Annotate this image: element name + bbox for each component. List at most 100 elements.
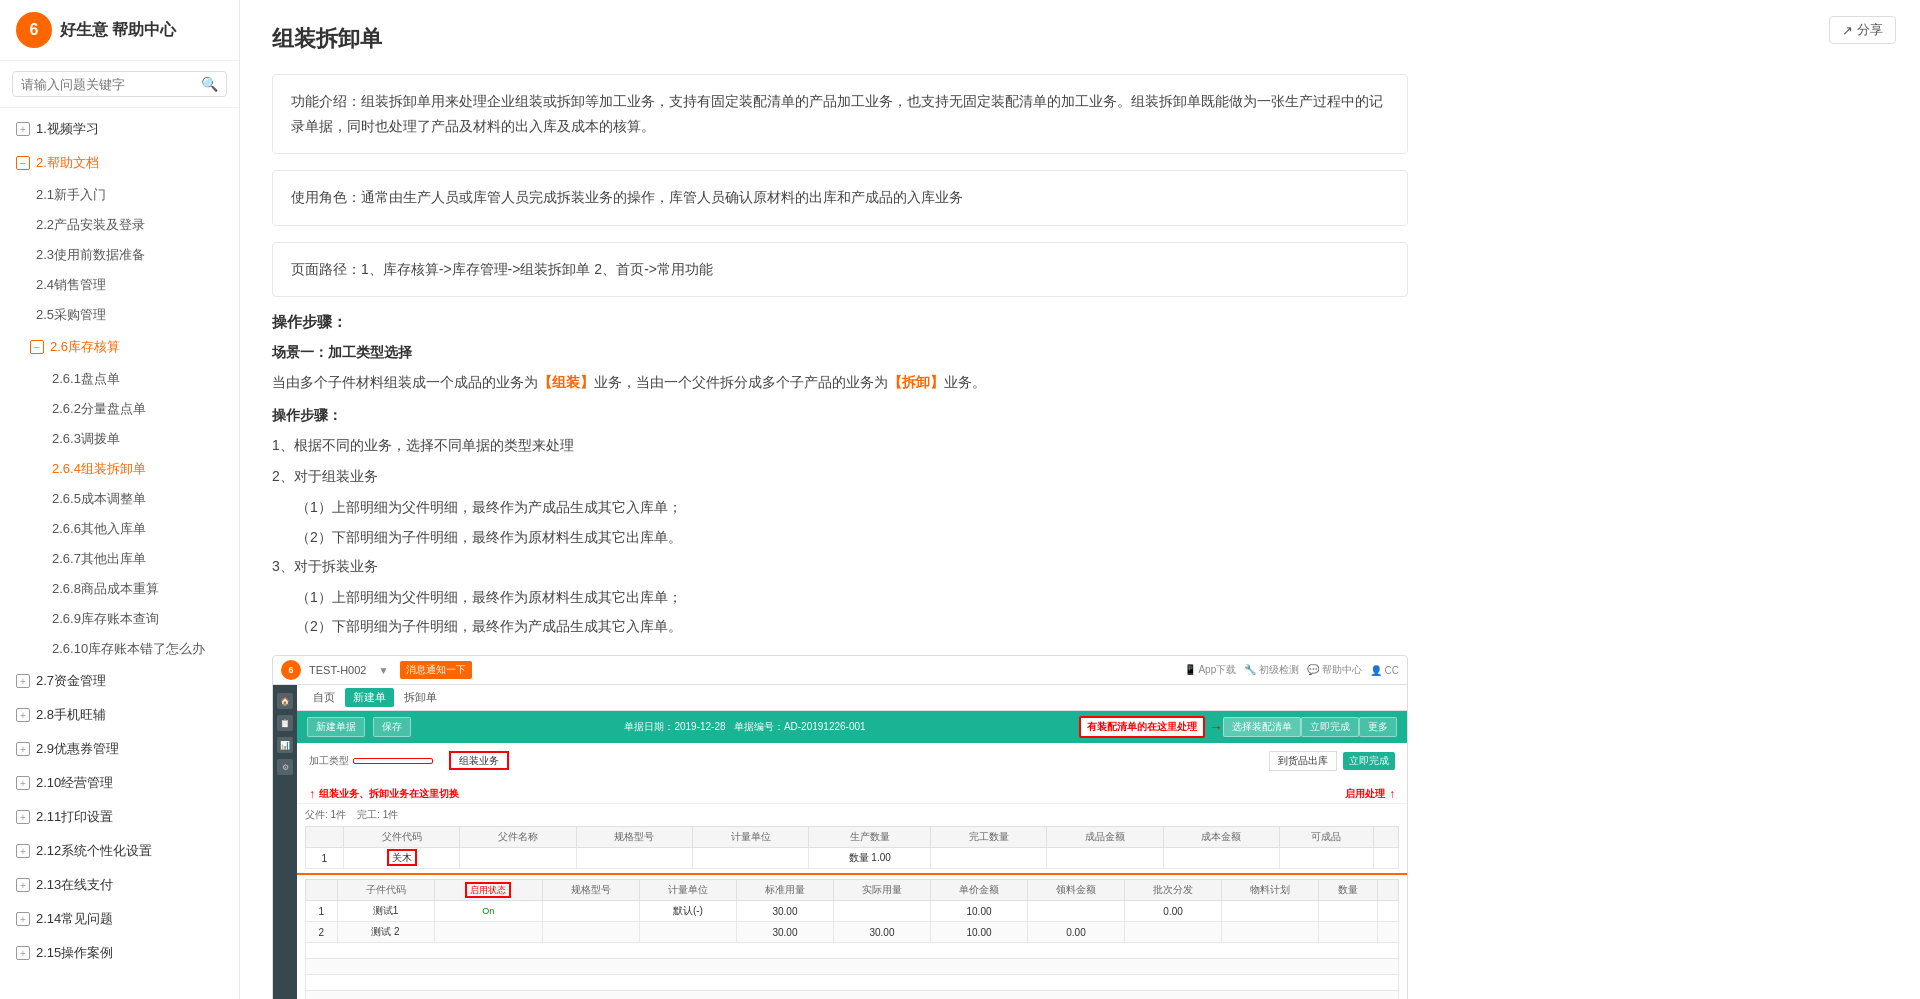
annotation3-label: 启用处理 ↑ (1345, 787, 1395, 801)
sidebar-item-coupon[interactable]: + 2.9优惠券管理 (0, 732, 239, 766)
sidebar-item-stocktake[interactable]: 2.6.1盘点单 (0, 364, 239, 394)
scenario-desc: 当由多个子件材料组装成一个成品的业务为【组装】业务，当由一个父件拆分成多个子产品… (272, 370, 1408, 395)
col-parent-name: 父件名称 (460, 827, 576, 848)
sidebar-item-operations[interactable]: + 2.10经营管理 (0, 766, 239, 800)
erp-btn-select-bom[interactable]: 选择装配清单 (1223, 717, 1301, 737)
sidebar-item-beginner[interactable]: 2.1新手入门 (0, 180, 239, 210)
sidebar-item-data-prep[interactable]: 2.3使用前数据准备 (0, 240, 239, 270)
sidebar-group-label: 2.14常见问题 (36, 910, 113, 928)
intro-block-1: 功能介绍：组装拆卸单用来处理企业组装或拆卸等加工业务，支持有固定装配清单的产品加… (272, 74, 1408, 154)
expand-icon: + (16, 776, 30, 790)
erp-company-id: TEST-H002 (309, 664, 366, 676)
erp-form-row1: 加工类型 组装业务 (309, 751, 1395, 771)
annotation-area-1: 有装配清单的在这里处理 → 选择装配清单 立即完成 更多 (1079, 716, 1397, 738)
erp-tab-new[interactable]: 新建单 (345, 688, 394, 707)
erp-parent-table: 父件代码 父件名称 规格型号 计量单位 生产数量 完工数量 成品金额 成本金额 (305, 826, 1399, 869)
erp-content: 自页 新建单 拆卸单 新建单据 保存 单据日期：2019-12-28 单据编号： (297, 685, 1407, 999)
sidebar-item-print[interactable]: + 2.11打印设置 (0, 800, 239, 834)
expand-icon: + (16, 742, 30, 756)
sidebar-item-cost-recalc[interactable]: 2.6.8商品成本重算 (0, 574, 239, 604)
erp-field-type-label: 加工类型 (309, 754, 349, 768)
scenario-title: 场景一：加工类型选择 (272, 344, 1408, 362)
erp-tab-home[interactable]: 自页 (305, 688, 343, 707)
erp-tab-detail[interactable]: 拆卸单 (396, 688, 445, 707)
annotation2-label: ↑ 组装业务、拆卸业务在这里切换 (309, 787, 459, 801)
sidebar-item-other-out[interactable]: 2.6.7其他出库单 (0, 544, 239, 574)
sidebar-group-label: 2.帮助文档 (36, 154, 99, 172)
sidebar-item-sales[interactable]: 2.4销售管理 (0, 270, 239, 300)
sidebar-item-faq[interactable]: + 2.14常见问题 (0, 902, 239, 936)
step2: 2、对于组装业务 (272, 464, 1408, 489)
erp-field-type: 加工类型 (309, 754, 433, 768)
sidebar-item-video[interactable]: + 1.视频学习 (0, 112, 239, 146)
col-spec: 规格型号 (576, 827, 692, 848)
erp-topbar: 6 TEST-H002 ▼ 消息通知一下 📱 App下载 🔧 初级检测 💬 帮助… (273, 656, 1407, 685)
sidebar-group-label: 2.11打印设置 (36, 808, 113, 826)
intro-block-3: 页面路径：1、库存核算->库存管理->组装拆卸单 2、首页->常用功能 (272, 242, 1408, 297)
share-icon: ↗ (1842, 23, 1853, 38)
annotation2-container: 组装业务 (449, 754, 509, 768)
sidebar-group-label: 2.6库存核算 (50, 338, 120, 356)
erp-sidebar-chart: 📊 (277, 737, 293, 753)
sidebar-item-custom[interactable]: + 2.12系统个性化设置 (0, 834, 239, 868)
expand-icon: + (16, 912, 30, 926)
erp-btn-new[interactable]: 新建单据 (307, 717, 365, 737)
expand-icon: + (16, 878, 30, 892)
sidebar-item-finance[interactable]: + 2.7资金管理 (0, 664, 239, 698)
sidebar-item-assembly[interactable]: 2.6.4组装拆卸单 (0, 454, 239, 484)
erp-btn-confirm[interactable]: 立即完成 (1301, 717, 1359, 737)
share-button[interactable]: ↗ 分享 (1829, 16, 1896, 44)
erp-annotations-row: ↑ 组装业务、拆卸业务在这里切换 启用处理 ↑ (297, 785, 1407, 804)
erp-nav-tabs: 自页 新建单 拆卸单 (297, 685, 1407, 711)
erp-left-sidebar: 🏠 📋 📊 ⚙ (273, 685, 297, 999)
expand-icon: + (16, 946, 30, 960)
col-seq (306, 827, 344, 848)
sidebar-item-inventory[interactable]: − 2.6库存核算 (0, 330, 239, 364)
steps-title: 操作步骤： (272, 313, 1408, 332)
erp-type-display: 组装业务 (449, 751, 509, 770)
erp-btn-more[interactable]: 更多 (1359, 717, 1397, 737)
erp-child-table: 子件代码 启用状态 规格型号 计量单位 标准用量 实际用量 单价金额 领料金额 (305, 879, 1399, 999)
nav-section: + 1.视频学习 − 2.帮助文档 2.1新手入门 2.2产品安装及登录 2.3… (0, 108, 239, 974)
annotation3-area: 到货品出库 立即完成 (1269, 751, 1395, 771)
table-row (306, 959, 1399, 975)
sidebar-item-partial-stocktake[interactable]: 2.6.2分量盘点单 (0, 394, 239, 424)
content-area: 组装拆卸单 功能介绍：组装拆卸单用来处理企业组装或拆卸等加工业务，支持有固定装配… (240, 0, 1440, 999)
erp-btn-save[interactable]: 保存 (373, 717, 411, 737)
step3: 3、对于拆装业务 (272, 554, 1408, 579)
expand-icon: + (16, 674, 30, 688)
logo-text: 好生意 帮助中心 (60, 20, 176, 41)
sidebar-item-docs[interactable]: − 2.帮助文档 (0, 146, 239, 180)
col-product-amount: 成品金额 (1047, 827, 1163, 848)
logo-icon: 6 (16, 12, 52, 48)
expand-icon: + (16, 810, 30, 824)
sidebar-group-label: 2.12系统个性化设置 (36, 842, 152, 860)
erp-screenshot: 6 TEST-H002 ▼ 消息通知一下 📱 App下载 🔧 初级检测 💬 帮助… (272, 655, 1408, 999)
sidebar: 6 好生意 帮助中心 🔍 + 1.视频学习 − 2.帮助文档 2.1新手入门 2… (0, 0, 240, 999)
step2-sub2: （2）下部明细为子件明细，最终作为原材料生成其它出库单。 (296, 525, 1408, 550)
erp-warehouse-field[interactable]: 到货品出库 (1269, 751, 1337, 771)
sidebar-item-other-in[interactable]: 2.6.6其他入库单 (0, 514, 239, 544)
erp-field-type-value[interactable] (353, 758, 433, 764)
sidebar-item-transfer[interactable]: 2.6.3调拨单 (0, 424, 239, 454)
sidebar-item-inventory-ledger[interactable]: 2.6.9库存账本查询 (0, 604, 239, 634)
sidebar-item-online-pay[interactable]: + 2.13在线支付 (0, 868, 239, 902)
sidebar-item-ledger-error[interactable]: 2.6.10库存账本错了怎么办 (0, 634, 239, 664)
erp-confirm-btn[interactable]: 立即完成 (1343, 752, 1395, 770)
col-unit: 计量单位 (693, 827, 809, 848)
sidebar-item-cost-adjust[interactable]: 2.6.5成本调整单 (0, 484, 239, 514)
intro-block-2: 使用角色：通常由生产人员或库管人员完成拆装业务的操作，库管人员确认原材料的出库和… (272, 170, 1408, 225)
sidebar-item-install[interactable]: 2.2产品安装及登录 (0, 210, 239, 240)
search-input[interactable] (21, 77, 201, 92)
expand-icon: + (16, 122, 30, 136)
sidebar-item-mobile[interactable]: + 2.8手机旺辅 (0, 698, 239, 732)
table-row (306, 991, 1399, 999)
sidebar-item-cases[interactable]: + 2.15操作案例 (0, 936, 239, 970)
expand-icon: + (16, 708, 30, 722)
table-row: 1 关木 数量 1.00 (306, 848, 1399, 869)
search-icon[interactable]: 🔍 (201, 76, 218, 92)
step2-sub1: （1）上部明细为父件明细，最终作为产成品生成其它入库单； (296, 495, 1408, 520)
search-area: 🔍 (0, 61, 239, 108)
sidebar-item-purchase[interactable]: 2.5采购管理 (0, 300, 239, 330)
col-available: 可成品 (1280, 827, 1374, 848)
